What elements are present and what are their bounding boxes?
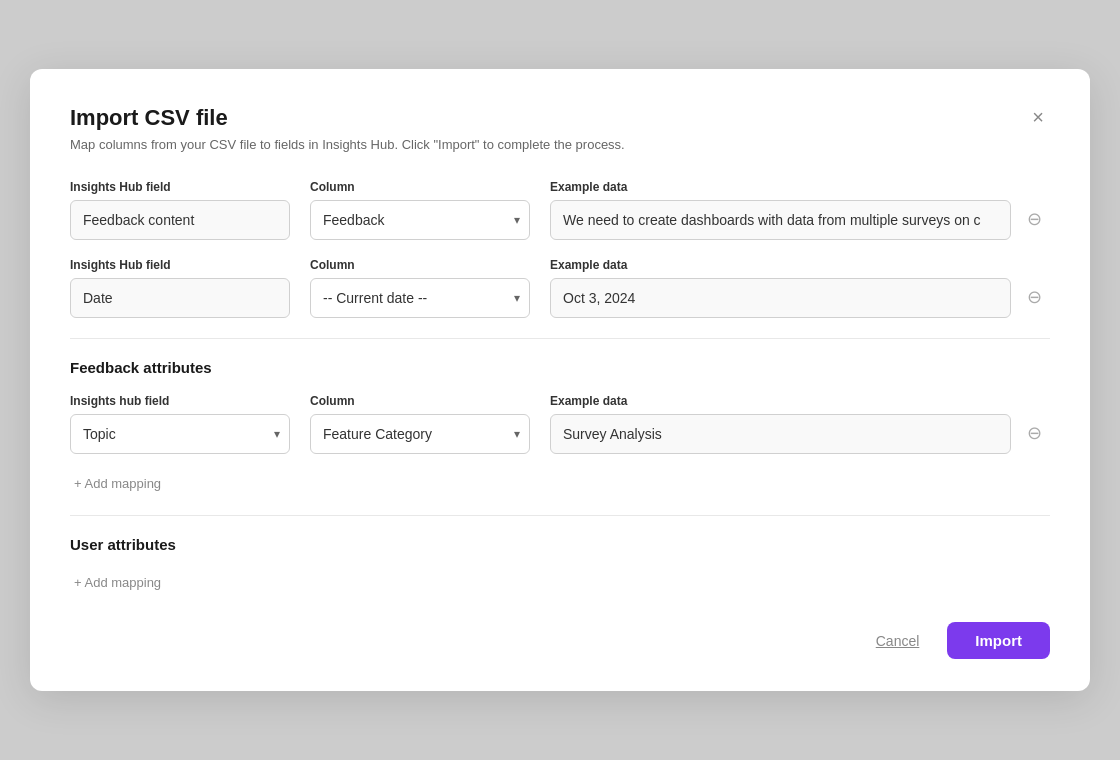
topic-hub-select-wrap: Topic Sentiment Source Priority Region ▾ xyxy=(70,414,290,454)
import-csv-dialog: Import CSV file × Map columns from your … xyxy=(30,69,1090,691)
feedback-attributes-section: Feedback attributes Insights hub field T… xyxy=(70,359,1050,495)
topic-hub-group: Insights hub field Topic Sentiment Sourc… xyxy=(70,394,290,454)
date-example-group: Example data ⊖ xyxy=(550,258,1050,318)
feedback-content-example-label: Example data xyxy=(550,180,1050,194)
date-column-select[interactable]: -- Current date -- Feedback Feature Cate… xyxy=(310,278,530,318)
feedback-content-column-select[interactable]: Feedback -- Current date -- Feature Cate… xyxy=(310,200,530,240)
remove-date-button[interactable]: ⊖ xyxy=(1019,278,1050,316)
feedback-content-example-input xyxy=(550,200,1011,240)
cancel-button[interactable]: Cancel xyxy=(864,625,932,657)
dialog-title: Import CSV file xyxy=(70,105,228,131)
feedback-content-column-select-wrap: Feedback -- Current date -- Feature Cate… xyxy=(310,200,530,240)
topic-column-group: Column Feature Category Feedback Date Us… xyxy=(310,394,530,454)
divider-1 xyxy=(70,338,1050,339)
dialog-overlay: Import CSV file × Map columns from your … xyxy=(0,0,1120,760)
topic-row: Insights hub field Topic Sentiment Sourc… xyxy=(70,394,1050,454)
feedback-add-mapping-label: + Add mapping xyxy=(74,476,161,491)
feedback-add-mapping-button[interactable]: + Add mapping xyxy=(70,472,161,495)
remove-feedback-content-button[interactable]: ⊖ xyxy=(1019,200,1050,238)
dialog-footer: Cancel Import xyxy=(70,622,1050,659)
topic-hub-label: Insights hub field xyxy=(70,394,290,408)
user-add-mapping-label: + Add mapping xyxy=(74,575,161,590)
topic-example-label: Example data xyxy=(550,394,1050,408)
import-button[interactable]: Import xyxy=(947,622,1050,659)
date-example-input xyxy=(550,278,1011,318)
topic-example-group: Example data ⊖ xyxy=(550,394,1050,454)
date-hub-label: Insights Hub field xyxy=(70,258,290,272)
user-attributes-section: User attributes + Add mapping xyxy=(70,536,1050,594)
feedback-content-example-group: Example data ⊖ xyxy=(550,180,1050,240)
feedback-attributes-title: Feedback attributes xyxy=(70,359,1050,376)
date-example-label: Example data xyxy=(550,258,1050,272)
date-column-label: Column xyxy=(310,258,530,272)
feedback-content-hub-input xyxy=(70,200,290,240)
topic-example-row: ⊖ xyxy=(550,414,1050,454)
feedback-content-column-label: Column xyxy=(310,180,530,194)
topic-hub-select[interactable]: Topic Sentiment Source Priority Region xyxy=(70,414,290,454)
remove-topic-button[interactable]: ⊖ xyxy=(1019,414,1050,452)
date-example-row: ⊖ xyxy=(550,278,1050,318)
date-hub-group: Insights Hub field xyxy=(70,258,290,318)
dialog-subtitle: Map columns from your CSV file to fields… xyxy=(70,137,1050,152)
user-attributes-title: User attributes xyxy=(70,536,1050,553)
topic-example-input xyxy=(550,414,1011,454)
feedback-content-row: Insights Hub field Column Feedback -- Cu… xyxy=(70,180,1050,240)
feedback-content-hub-label: Insights Hub field xyxy=(70,180,290,194)
topic-column-select[interactable]: Feature Category Feedback Date User ID xyxy=(310,414,530,454)
date-row: Insights Hub field Column -- Current dat… xyxy=(70,258,1050,318)
feedback-content-example-row: ⊖ xyxy=(550,200,1050,240)
close-button[interactable]: × xyxy=(1026,105,1050,129)
date-hub-input xyxy=(70,278,290,318)
feedback-content-hub-group: Insights Hub field xyxy=(70,180,290,240)
date-column-select-wrap: -- Current date -- Feedback Feature Cate… xyxy=(310,278,530,318)
feedback-content-column-group: Column Feedback -- Current date -- Featu… xyxy=(310,180,530,240)
dialog-header: Import CSV file × xyxy=(70,105,1050,131)
topic-column-select-wrap: Feature Category Feedback Date User ID ▾ xyxy=(310,414,530,454)
divider-2 xyxy=(70,515,1050,516)
user-add-mapping-button[interactable]: + Add mapping xyxy=(70,571,161,594)
date-column-group: Column -- Current date -- Feedback Featu… xyxy=(310,258,530,318)
topic-column-label: Column xyxy=(310,394,530,408)
